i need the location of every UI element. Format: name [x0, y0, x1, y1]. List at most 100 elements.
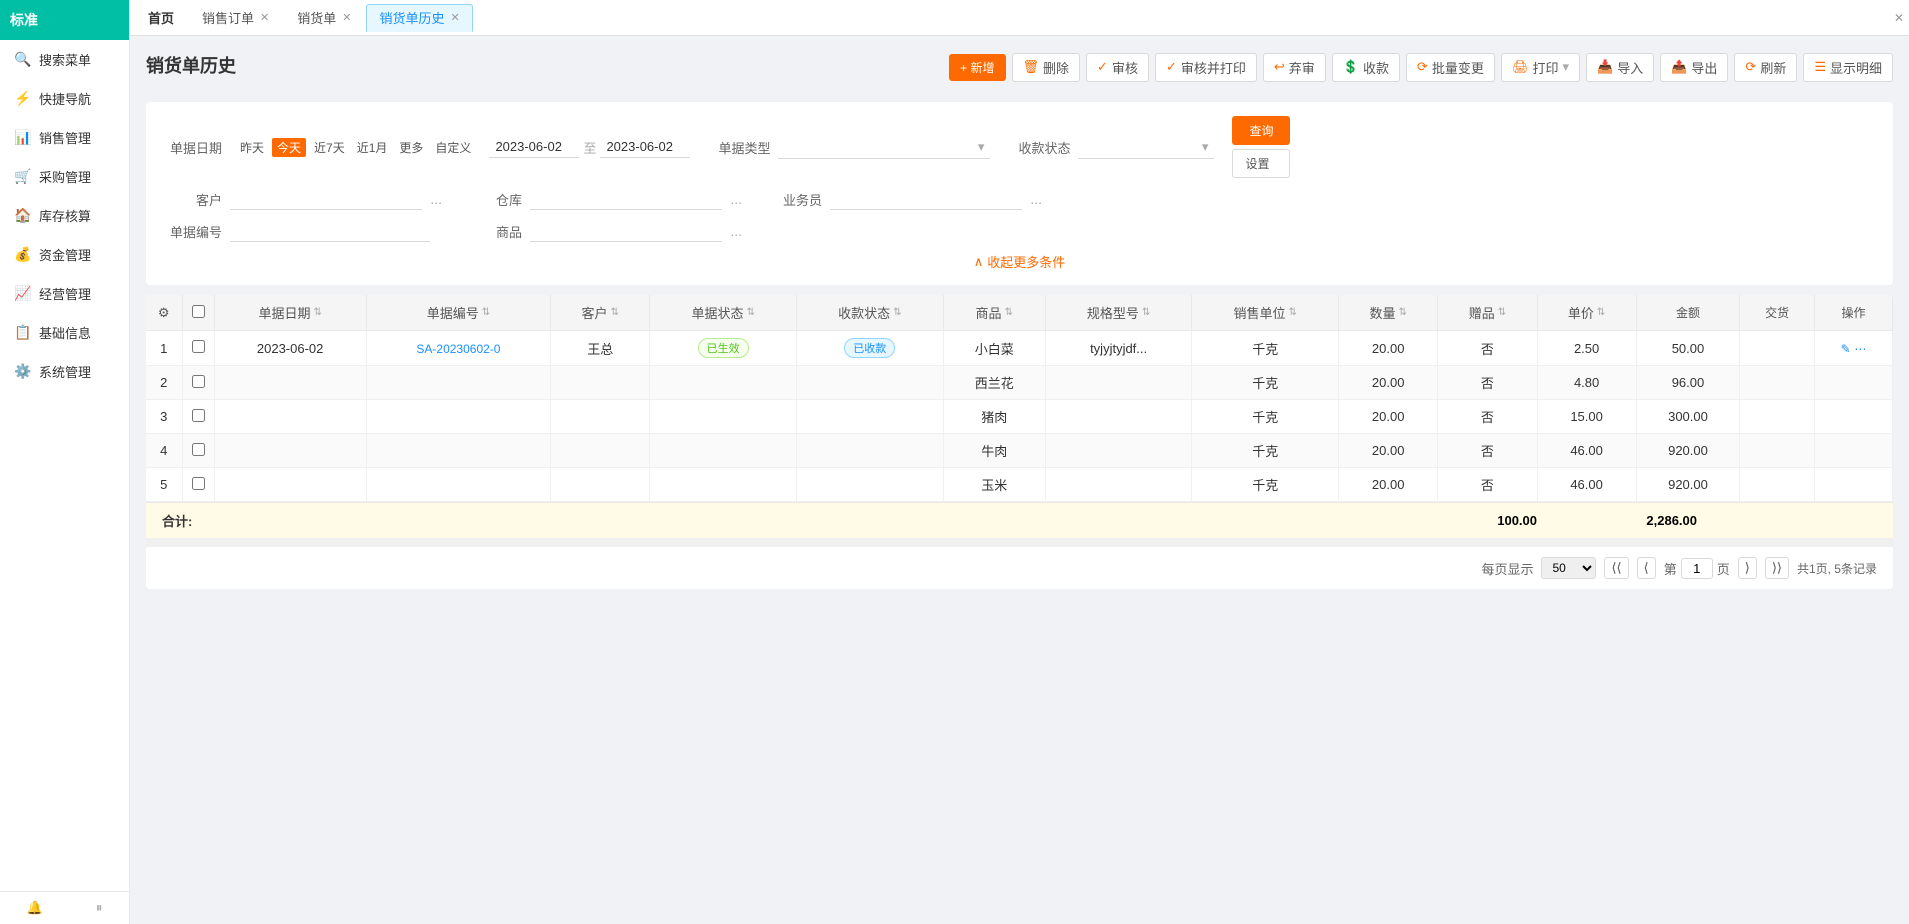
th-doc-date[interactable]: 单据日期 ⇅ [214, 295, 366, 331]
sort-customer[interactable]: 客户 ⇅ [582, 303, 619, 322]
tab-home[interactable]: 首页 [135, 4, 187, 32]
th-doc-status[interactable]: 单据状态 ⇅ [650, 295, 797, 331]
sort-doc-status[interactable]: 单据状态 ⇅ [691, 303, 754, 322]
tab-sales-history-close[interactable]: ✕ [451, 11, 460, 24]
row-checkbox[interactable] [192, 477, 205, 490]
sort-pay-status[interactable]: 收款状态 ⇅ [838, 303, 901, 322]
page-size-select[interactable]: 20 50 100 [1541, 557, 1596, 579]
cell-checkbox[interactable] [182, 400, 214, 434]
audit-print-button[interactable]: ✓ 审核并打印 [1155, 53, 1257, 82]
tab-sales-delivery[interactable]: 销货单 ✕ [284, 4, 364, 32]
warehouse-input[interactable] [530, 188, 722, 210]
goods-dots[interactable]: ... [730, 223, 742, 239]
settings-icon[interactable]: ⚙ [158, 305, 170, 320]
date-to-input[interactable] [600, 136, 690, 158]
row-checkbox[interactable] [192, 375, 205, 388]
cell-checkbox[interactable] [182, 331, 214, 366]
sidebar-item-basic-info[interactable]: 📋 基础信息 [0, 313, 129, 352]
new-button[interactable]: + 新增 [949, 54, 1005, 81]
th-gift[interactable]: 赠品 ⇅ [1438, 295, 1537, 331]
th-unit[interactable]: 销售单位 ⇅ [1192, 295, 1339, 331]
th-qty[interactable]: 数量 ⇅ [1339, 295, 1438, 331]
doc-no-input[interactable] [230, 220, 430, 242]
doc-type-select[interactable]: ▾ [778, 136, 990, 159]
show-details-button[interactable]: ☰ 显示明细 [1803, 53, 1893, 82]
cell-qty: 20.00 [1339, 331, 1438, 366]
shortcut-1month[interactable]: 近1月 [353, 138, 392, 157]
shortcut-today[interactable]: 今天 [272, 138, 306, 157]
shortcut-custom[interactable]: 自定义 [431, 138, 475, 157]
sort-price[interactable]: 单价 ⇅ [1568, 303, 1605, 322]
setting-button[interactable]: 设置 [1232, 149, 1290, 178]
sidebar-item-finance-mgmt[interactable]: 💰 资金管理 [0, 235, 129, 274]
cell-row-num: 3 [146, 400, 182, 434]
goods-input[interactable] [530, 220, 722, 242]
sort-goods[interactable]: 商品 ⇅ [976, 303, 1013, 322]
doc-no-link[interactable]: SA-20230602-0 [416, 342, 500, 356]
cell-checkbox[interactable] [182, 366, 214, 400]
customer-input[interactable] [230, 188, 422, 210]
sidebar-item-sales-mgmt[interactable]: 📊 销售管理 [0, 118, 129, 157]
action-more[interactable]: ⋯ [1854, 342, 1866, 356]
page-first-button[interactable]: ⟨⟨ [1604, 557, 1628, 579]
th-customer[interactable]: 客户 ⇅ [551, 295, 650, 331]
th-spec[interactable]: 规格型号 ⇅ [1045, 295, 1192, 331]
import-button[interactable]: 📥 导入 [1586, 53, 1654, 82]
shortcut-yesterday[interactable]: 昨天 [236, 138, 268, 157]
sort-doc-date[interactable]: 单据日期 ⇅ [258, 303, 321, 322]
sidebar-item-search-menu[interactable]: 🔍 搜索菜单 [0, 40, 129, 79]
page-last-button[interactable]: ⟩⟩ [1765, 557, 1789, 579]
abandon-button[interactable]: ↩ 弃审 [1263, 53, 1326, 82]
th-price[interactable]: 单价 ⇅ [1537, 295, 1636, 331]
refresh-button[interactable]: ⟳ 刷新 [1734, 53, 1797, 82]
sort-spec[interactable]: 规格型号 ⇅ [1087, 303, 1150, 322]
cell-checkbox[interactable] [182, 434, 214, 468]
query-button[interactable]: 查询 [1232, 116, 1290, 145]
date-from-input[interactable] [489, 136, 579, 158]
filter-collapse[interactable]: ∧ 收起更多条件 [162, 252, 1877, 271]
audit-button[interactable]: ✓ 审核 [1086, 53, 1149, 82]
sidebar-item-sys-mgmt[interactable]: ⚙️ 系统管理 [0, 352, 129, 391]
warehouse-dots[interactable]: ... [730, 191, 742, 207]
th-doc-no[interactable]: 单据编号 ⇅ [366, 295, 550, 331]
horizontal-scrollbar[interactable] [146, 538, 1893, 546]
row-checkbox[interactable] [192, 443, 205, 456]
page-num-input[interactable] [1681, 558, 1713, 579]
delete-button[interactable]: 🗑 删除 [1012, 53, 1081, 82]
page-next-button[interactable]: ⟩ [1738, 557, 1757, 579]
sort-doc-no[interactable]: 单据编号 ⇅ [427, 303, 490, 322]
action-edit[interactable]: ✎ [1841, 342, 1851, 356]
cell-checkbox[interactable] [182, 468, 214, 502]
th-goods[interactable]: 商品 ⇅ [943, 295, 1045, 331]
sidebar-item-ops-mgmt[interactable]: 📈 经营管理 [0, 274, 129, 313]
export-button[interactable]: 📤 导出 [1660, 53, 1728, 82]
shortcut-more[interactable]: 更多 [395, 138, 427, 157]
salesman-dots[interactable]: ... [1030, 191, 1042, 207]
tab-sales-delivery-close[interactable]: ✕ [342, 11, 351, 24]
th-pay-status[interactable]: 收款状态 ⇅ [796, 295, 943, 331]
sort-gift[interactable]: 赠品 ⇅ [1469, 303, 1506, 322]
tab-bar-close-all[interactable]: ✕ [1894, 11, 1904, 25]
sort-qty[interactable]: 数量 ⇅ [1369, 303, 1406, 322]
customer-dots[interactable]: ... [430, 191, 442, 207]
tab-sales-history[interactable]: 销货单历史 ✕ [366, 4, 472, 32]
batch-change-button[interactable]: ⟳ 批量变更 [1406, 53, 1495, 82]
tab-sales-order[interactable]: 销售订单 ✕ [189, 4, 282, 32]
sort-unit[interactable]: 销售单位 ⇅ [1234, 303, 1297, 322]
pay-status-select[interactable]: ▾ [1078, 136, 1214, 159]
salesman-input[interactable] [830, 188, 1022, 210]
row-checkbox[interactable] [192, 340, 205, 353]
sidebar-item-purchase-mgmt[interactable]: 🛒 采购管理 [0, 157, 129, 196]
tab-sales-order-close[interactable]: ✕ [260, 11, 269, 24]
select-all-checkbox[interactable] [192, 305, 205, 318]
sidebar-item-quick-nav[interactable]: ⚡ 快捷导航 [0, 79, 129, 118]
th-settings[interactable]: ⚙ [146, 295, 182, 331]
page-prev-button[interactable]: ⟨ [1637, 557, 1656, 579]
row-checkbox[interactable] [192, 409, 205, 422]
collect-button[interactable]: 💲 收款 [1332, 53, 1400, 82]
sidebar-bottom-icon1[interactable]: 🔔 [27, 900, 43, 916]
sidebar-item-inventory[interactable]: 🏠 库存核算 [0, 196, 129, 235]
print-button[interactable]: 🖨 打印 ▾ [1501, 53, 1580, 82]
shortcut-7days[interactable]: 近7天 [310, 138, 349, 157]
sidebar-bottom-icon2[interactable]: ⏸ [96, 900, 103, 916]
